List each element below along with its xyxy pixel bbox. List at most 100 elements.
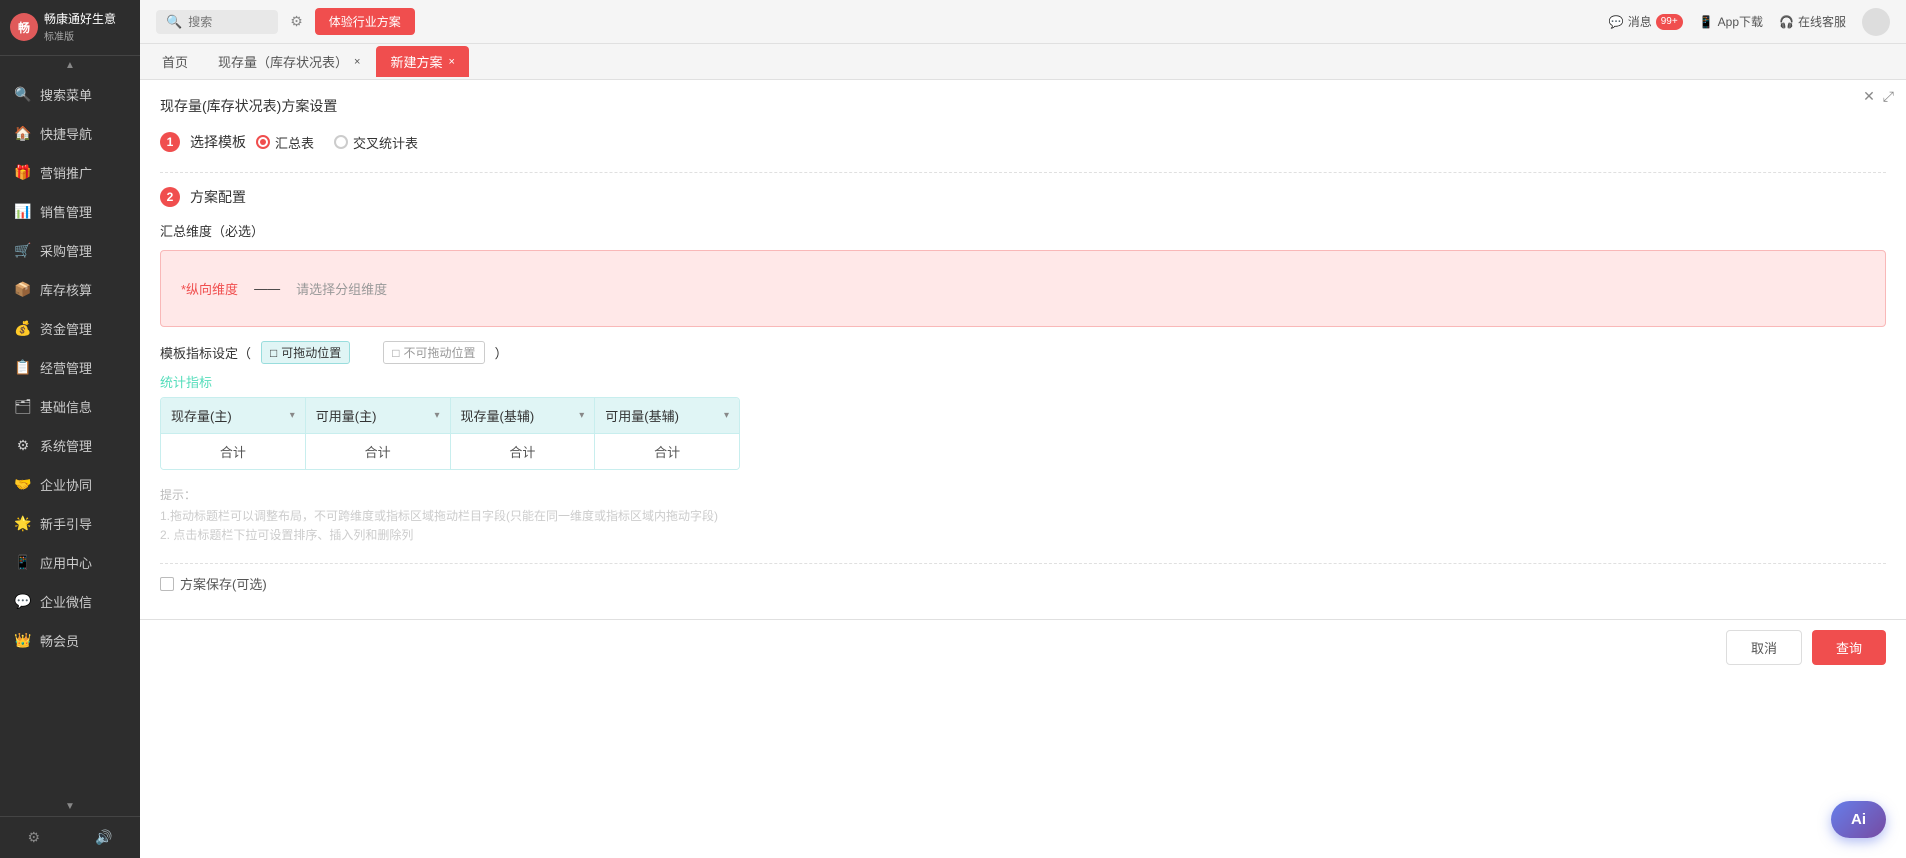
stats-table-row: 合计 合计 合计 合计 xyxy=(161,433,739,469)
sidebar-item-label: 应用中心 xyxy=(40,553,92,572)
query-button[interactable]: 查询 xyxy=(1812,630,1886,665)
radio-cross-dot xyxy=(334,135,348,149)
window-close-icon[interactable]: ✕ xyxy=(1863,88,1875,105)
tips-item-1: 2. 点击标题栏下拉可设置排序、插入列和删除列 xyxy=(160,526,1886,543)
chevron-down-icon-3[interactable]: ▾ xyxy=(724,410,729,421)
save-checkbox[interactable] xyxy=(160,577,174,591)
content-area: ✕ ⤢ 现存量(库存状况表)方案设置 1 选择模板 汇总表 xyxy=(140,80,1906,858)
stats-table: 现存量(主) ▾ 可用量(主) ▾ 现存量(基辅) ▾ 可用量(基辅) xyxy=(160,397,740,470)
radio-summary-dot xyxy=(256,135,270,149)
stats-col-0[interactable]: 现存量(主) ▾ xyxy=(161,398,306,433)
online-service-label: 在线客服 xyxy=(1798,13,1846,30)
sidebar-item-member[interactable]: 👑 畅会员 xyxy=(0,621,140,660)
tab-home[interactable]: 首页 xyxy=(148,46,202,77)
tips-1-text: 2. 点击标题栏下拉可设置排序、插入列和删除列 xyxy=(160,526,413,543)
tab-home-label: 首页 xyxy=(162,52,188,71)
app-name-block: 畅康通好生意 标准版 xyxy=(44,12,116,43)
section1-header: 1 选择模板 汇总表 交叉统计表 xyxy=(160,132,1886,152)
tab-new-scheme[interactable]: 新建方案 × xyxy=(376,46,468,77)
save-option-label[interactable]: 方案保存(可选) xyxy=(160,563,1886,603)
chevron-down-icon-1[interactable]: ▾ xyxy=(434,410,439,421)
sidebar-item-label: 销售管理 xyxy=(40,202,92,221)
app-logo-icon: 畅 xyxy=(10,13,38,41)
radio-summary-label: 汇总表 xyxy=(275,133,314,152)
sidebar-item-label: 企业协同 xyxy=(40,475,92,494)
sidebar-item-finance[interactable]: 💰 资金管理 xyxy=(0,309,140,348)
cancel-button[interactable]: 取消 xyxy=(1726,630,1802,665)
section2-title: 方案配置 xyxy=(190,187,246,207)
template-radio-group: 汇总表 交叉统计表 xyxy=(256,133,418,152)
dimension-placeholder[interactable]: 请选择分组维度 xyxy=(296,279,387,298)
trial-industry-button[interactable]: 体验行业方案 xyxy=(315,8,415,35)
ai-bubble[interactable]: Ai xyxy=(1831,801,1886,838)
chevron-down-icon-2[interactable]: ▾ xyxy=(579,410,584,421)
settings-icon[interactable]: ⚙ xyxy=(20,825,49,850)
tab-inventory-close-icon[interactable]: × xyxy=(354,56,360,68)
search-icon: 🔍 xyxy=(166,14,182,30)
sidebar-item-label: 库存核算 xyxy=(40,280,92,299)
sidebar-scroll-up[interactable]: ▲ xyxy=(0,56,140,75)
sidebar-item-marketing[interactable]: 🎁 营销推广 xyxy=(0,153,140,192)
gear-settings-icon[interactable]: ⚙ xyxy=(290,13,303,30)
user-avatar[interactable] xyxy=(1862,8,1890,36)
sidebar-item-purchase[interactable]: 🛒 采购管理 xyxy=(0,231,140,270)
sidebar-item-label: 资金管理 xyxy=(40,319,92,338)
save-option-text: 方案保存(可选) xyxy=(180,574,267,593)
app-download-item[interactable]: 📱 App下载 xyxy=(1699,13,1763,30)
indicator-close-paren: ） xyxy=(495,343,508,362)
section2-header: 2 方案配置 xyxy=(160,187,1886,207)
radio-cross[interactable]: 交叉统计表 xyxy=(334,133,418,152)
sidebar-item-new-guide[interactable]: 🌟 新手引导 xyxy=(0,504,140,543)
online-service-item[interactable]: 🎧 在线客服 xyxy=(1779,13,1846,30)
sidebar-item-label: 快捷导航 xyxy=(40,124,92,143)
tabbar: 首页 现存量（库存状况表） × 新建方案 × xyxy=(140,44,1906,80)
sidebar-scroll-down[interactable]: ▼ xyxy=(0,797,140,816)
tab-inventory-status[interactable]: 现存量（库存状况表） × xyxy=(204,46,374,77)
sidebar-item-cooperation[interactable]: 🤝 企业协同 xyxy=(0,465,140,504)
headset-icon: 🎧 xyxy=(1779,15,1794,29)
stats-col-1[interactable]: 可用量(主) ▾ xyxy=(306,398,451,433)
section1-title: 选择模板 xyxy=(190,132,246,152)
clipboard-icon: 📋 xyxy=(14,358,32,376)
sidebar-nav: 🔍 搜索菜单 🏠 快捷导航 🎁 营销推广 📊 销售管理 🛒 采购管理 📦 库存核… xyxy=(0,75,140,797)
window-maximize-icon[interactable]: ⤢ xyxy=(1883,88,1894,105)
content-inner: 现存量(库存状况表)方案设置 1 选择模板 汇总表 交叉统计表 xyxy=(140,80,1906,619)
tips-label: 提示： xyxy=(160,486,1886,503)
indicator-setting-row: 模板指标设定（ □ 可拖动位置 □ 不可拖动位置 ） xyxy=(160,341,1886,364)
sidebar-item-app-center[interactable]: 📱 应用中心 xyxy=(0,543,140,582)
message-item[interactable]: 💬 消息 99+ xyxy=(1609,13,1683,30)
sidebar-item-label: 企业微信 xyxy=(40,592,92,611)
sidebar-item-label: 经营管理 xyxy=(40,358,92,377)
sidebar-item-sales[interactable]: 📊 销售管理 xyxy=(0,192,140,231)
section-scheme-config: 2 方案配置 汇总维度（必选） *纵向维度 —— 请选择分组维度 模板指标设定（… xyxy=(160,187,1886,543)
stats-col-3[interactable]: 可用量(基辅) ▾ xyxy=(595,398,739,433)
radio-summary[interactable]: 汇总表 xyxy=(256,133,314,152)
topbar: 🔍 ⚙ 体验行业方案 💬 消息 99+ 📱 App下载 🎧 在线客服 xyxy=(140,0,1906,44)
stats-col-2-label: 现存量(基辅) xyxy=(461,406,535,425)
search-menu-icon: 🔍 xyxy=(14,85,32,103)
stats-col-1-label: 可用量(主) xyxy=(316,406,377,425)
audio-icon[interactable]: 🔊 xyxy=(87,825,120,850)
search-input[interactable] xyxy=(188,15,268,29)
sidebar-item-quick-nav[interactable]: 🏠 快捷导航 xyxy=(0,114,140,153)
stats-col-2[interactable]: 现存量(基辅) ▾ xyxy=(451,398,596,433)
tab-new-scheme-close-icon[interactable]: × xyxy=(448,56,454,68)
app-name: 畅康通好生意 xyxy=(44,12,116,28)
tab-new-scheme-label: 新建方案 xyxy=(390,52,442,71)
page-title: 现存量(库存状况表)方案设置 xyxy=(160,96,1886,116)
mobile-icon: 📱 xyxy=(14,553,32,571)
indicator-movable-badge: □ 可拖动位置 xyxy=(261,341,350,364)
sidebar-item-system[interactable]: ⚙ 系统管理 xyxy=(0,426,140,465)
chevron-down-icon-0[interactable]: ▾ xyxy=(290,410,295,421)
section1-num: 1 xyxy=(160,132,180,152)
sidebar-item-basic-info[interactable]: 🗂 基础信息 xyxy=(0,387,140,426)
sidebar-item-search-menu[interactable]: 🔍 搜索菜单 xyxy=(0,75,140,114)
sidebar-item-wechat[interactable]: 💬 企业微信 xyxy=(0,582,140,621)
sidebar-item-operations[interactable]: 📋 经营管理 xyxy=(0,348,140,387)
wechat-icon: 💬 xyxy=(14,592,32,610)
indicator-setting-label: 模板指标设定（ xyxy=(160,343,251,362)
sidebar-item-inventory[interactable]: 📦 库存核算 xyxy=(0,270,140,309)
search-box[interactable]: 🔍 xyxy=(156,10,278,34)
chart-icon: 📊 xyxy=(14,202,32,220)
download-icon: 📱 xyxy=(1699,15,1714,29)
